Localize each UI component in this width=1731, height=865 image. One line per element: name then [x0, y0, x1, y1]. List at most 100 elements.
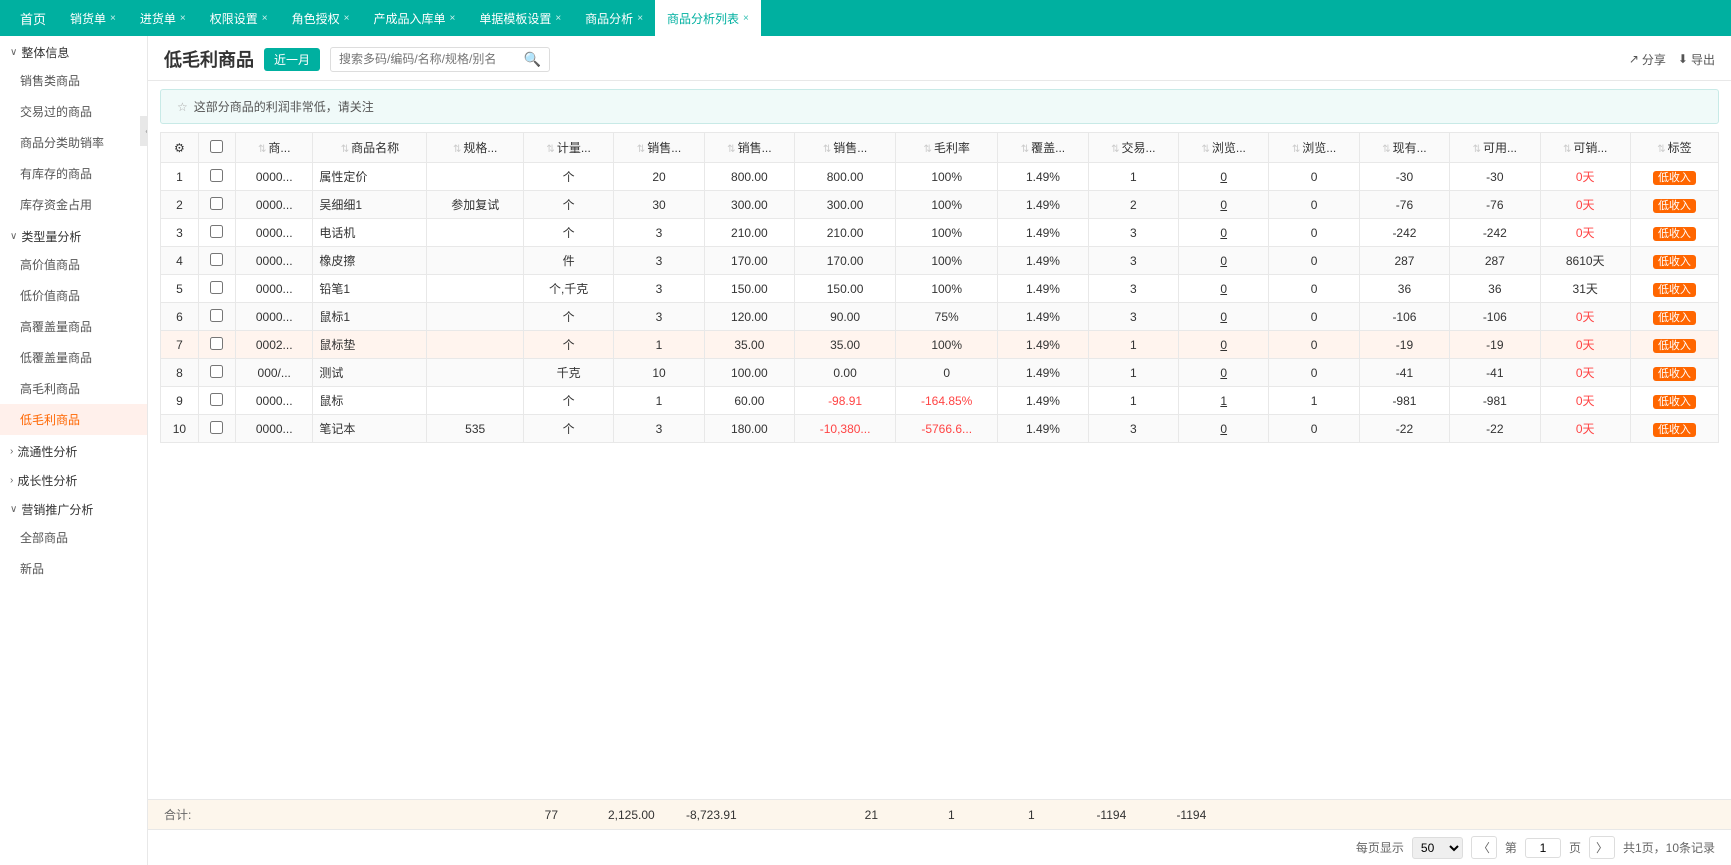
row-checkbox[interactable]	[210, 169, 223, 182]
sidebar-item-high-margin[interactable]: 高毛利商品	[0, 373, 147, 404]
nav-sales[interactable]: 销货单 ×	[58, 0, 128, 36]
cell-browse1[interactable]: 1	[1179, 387, 1269, 415]
th-sale1[interactable]: ⇅销售...	[614, 133, 704, 163]
sidebar-item-low-value[interactable]: 低价值商品	[0, 280, 147, 311]
cell-name[interactable]: 电话机	[313, 219, 427, 247]
cell-browse1[interactable]: 0	[1179, 331, 1269, 359]
th-checkbox[interactable]	[198, 133, 235, 163]
sidebar-item-low-margin[interactable]: 低毛利商品	[0, 404, 147, 435]
nav-home[interactable]: 首页	[8, 0, 58, 36]
select-all-checkbox[interactable]	[210, 140, 223, 153]
sidebar-item-category-rate[interactable]: 商品分类助销率	[0, 127, 147, 158]
cell-browse1[interactable]: 0	[1179, 303, 1269, 331]
th-name[interactable]: ⇅商品名称	[313, 133, 427, 163]
cell-checkbox[interactable]	[198, 303, 235, 331]
nav-sales-close[interactable]: ×	[110, 13, 116, 24]
date-filter-button[interactable]: 近一月	[264, 48, 320, 71]
nav-analysis[interactable]: 商品分析 ×	[573, 0, 655, 36]
row-checkbox[interactable]	[210, 337, 223, 350]
nav-role-close[interactable]: ×	[344, 13, 350, 24]
cell-checkbox[interactable]	[198, 331, 235, 359]
cell-browse1[interactable]: 0	[1179, 275, 1269, 303]
cell-name[interactable]: 橡皮擦	[313, 247, 427, 275]
th-unit[interactable]: ⇅计量...	[523, 133, 613, 163]
search-input[interactable]	[339, 52, 524, 66]
th-stock3[interactable]: ⇅可销...	[1540, 133, 1630, 163]
cell-checkbox[interactable]	[198, 415, 235, 443]
nav-analysis-list[interactable]: 商品分析列表 ×	[655, 0, 761, 36]
per-page-select[interactable]: 50 100 200	[1412, 837, 1463, 859]
cell-checkbox[interactable]	[198, 163, 235, 191]
cell-checkbox[interactable]	[198, 275, 235, 303]
share-button[interactable]: ↗ 分享	[1629, 51, 1666, 68]
cell-name[interactable]: 鼠标1	[313, 303, 427, 331]
row-checkbox[interactable]	[210, 421, 223, 434]
sidebar-group-type[interactable]: ∨ 类型量分析	[0, 220, 147, 249]
row-checkbox[interactable]	[210, 281, 223, 294]
nav-analysis-list-close[interactable]: ×	[743, 13, 749, 24]
row-checkbox[interactable]	[210, 225, 223, 238]
cell-tag[interactable]: 低收入	[1630, 275, 1718, 303]
cell-tag[interactable]: 低收入	[1630, 303, 1718, 331]
cell-checkbox[interactable]	[198, 191, 235, 219]
th-sale2[interactable]: ⇅销售...	[704, 133, 794, 163]
th-coverage[interactable]: ⇅覆盖...	[998, 133, 1088, 163]
sidebar-item-all-goods[interactable]: 全部商品	[0, 522, 147, 553]
cell-browse1[interactable]: 0	[1179, 359, 1269, 387]
row-checkbox[interactable]	[210, 393, 223, 406]
nav-product-entry[interactable]: 产成品入库单 ×	[361, 0, 467, 36]
cell-browse1[interactable]: 0	[1179, 247, 1269, 275]
sidebar-collapse-button[interactable]: «	[140, 116, 148, 146]
th-spec[interactable]: ⇅规格...	[427, 133, 523, 163]
sidebar-group-overall[interactable]: ∨ 整体信息	[0, 36, 147, 65]
sidebar-item-high-value[interactable]: 高价值商品	[0, 249, 147, 280]
th-stock2[interactable]: ⇅可用...	[1450, 133, 1540, 163]
cell-browse1[interactable]: 0	[1179, 191, 1269, 219]
cell-name[interactable]: 鼠标垫	[313, 331, 427, 359]
cell-browse1[interactable]: 0	[1179, 219, 1269, 247]
nav-purchase[interactable]: 进货单 ×	[128, 0, 198, 36]
cell-tag[interactable]: 低收入	[1630, 219, 1718, 247]
cell-tag[interactable]: 低收入	[1630, 387, 1718, 415]
cell-browse1[interactable]: 0	[1179, 163, 1269, 191]
th-code[interactable]: ⇅商...	[236, 133, 313, 163]
th-browse1[interactable]: ⇅浏览...	[1179, 133, 1269, 163]
cell-browse1[interactable]: 0	[1179, 415, 1269, 443]
sidebar-item-stock-capital[interactable]: 库存资金占用	[0, 189, 147, 220]
sidebar-item-new-goods[interactable]: 新品	[0, 553, 147, 584]
th-trade[interactable]: ⇅交易...	[1088, 133, 1178, 163]
nav-permission[interactable]: 权限设置 ×	[198, 0, 280, 36]
nav-template[interactable]: 单据模板设置 ×	[467, 0, 573, 36]
sidebar-group-growth[interactable]: › 成长性分析	[0, 464, 147, 493]
cell-checkbox[interactable]	[198, 219, 235, 247]
cell-checkbox[interactable]	[198, 387, 235, 415]
row-checkbox[interactable]	[210, 309, 223, 322]
cell-tag[interactable]: 低收入	[1630, 163, 1718, 191]
page-input[interactable]	[1525, 838, 1561, 858]
sidebar-item-low-coverage[interactable]: 低覆盖量商品	[0, 342, 147, 373]
prev-page-button[interactable]: 〈	[1471, 836, 1497, 859]
export-button[interactable]: ⬇ 导出	[1678, 51, 1715, 68]
cell-checkbox[interactable]	[198, 247, 235, 275]
cell-tag[interactable]: 低收入	[1630, 415, 1718, 443]
row-checkbox[interactable]	[210, 197, 223, 210]
cell-tag[interactable]: 低收入	[1630, 191, 1718, 219]
cell-name[interactable]: 铅笔1	[313, 275, 427, 303]
nav-template-close[interactable]: ×	[555, 13, 561, 24]
next-page-button[interactable]: 〉	[1589, 836, 1615, 859]
cell-name[interactable]: 吴细细1	[313, 191, 427, 219]
sidebar-item-sales-goods[interactable]: 销售类商品	[0, 65, 147, 96]
row-checkbox[interactable]	[210, 365, 223, 378]
cell-tag[interactable]: 低收入	[1630, 331, 1718, 359]
cell-checkbox[interactable]	[198, 359, 235, 387]
th-settings[interactable]: ⚙	[161, 133, 199, 163]
th-sale3[interactable]: ⇅销售...	[795, 133, 896, 163]
sidebar-item-traded-goods[interactable]: 交易过的商品	[0, 96, 147, 127]
cell-name[interactable]: 鼠标	[313, 387, 427, 415]
search-icon[interactable]: 🔍	[524, 51, 541, 68]
cell-name[interactable]: 笔记本	[313, 415, 427, 443]
th-tag[interactable]: ⇅标签	[1630, 133, 1718, 163]
th-margin[interactable]: ⇅毛利率	[896, 133, 998, 163]
th-browse2[interactable]: ⇅浏览...	[1269, 133, 1359, 163]
nav-purchase-close[interactable]: ×	[180, 13, 186, 24]
